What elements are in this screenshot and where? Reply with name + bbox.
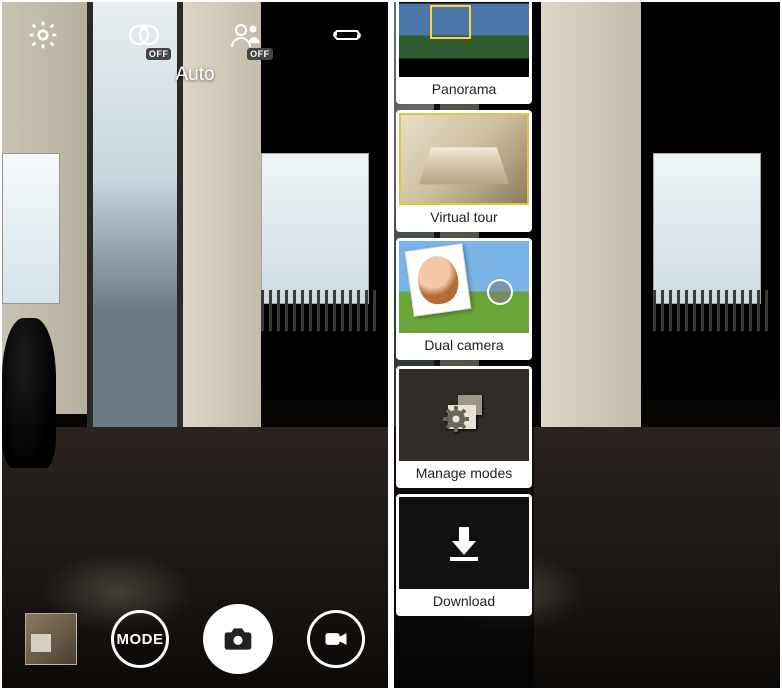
- mode-item-virtual-tour[interactable]: Virtual tour: [396, 110, 532, 232]
- shutter-button[interactable]: [203, 604, 273, 674]
- switch-camera-button[interactable]: [324, 12, 370, 58]
- face-off-badge: OFF: [247, 48, 273, 60]
- mode-item-dual-camera[interactable]: Dual camera: [396, 238, 532, 360]
- mode-sidebar[interactable]: Panorama Virtual tour Dual camera: [394, 2, 534, 688]
- mode-label: Download: [399, 589, 529, 613]
- gallery-thumbnail-button[interactable]: [25, 613, 77, 665]
- viewfinder-preview: [2, 2, 388, 688]
- hdr-off-badge: OFF: [146, 48, 172, 60]
- camera-mode-picker-screen: Panorama Virtual tour Dual camera: [394, 2, 780, 688]
- virtual-tour-thumb: [399, 113, 529, 205]
- hdr-toggle-button[interactable]: OFF: [121, 12, 167, 58]
- gear-icon: [27, 19, 59, 51]
- camera-top-toolbar: OFF OFF: [2, 12, 388, 58]
- download-thumb: [399, 497, 529, 589]
- mode-button-label: MODE: [117, 631, 164, 648]
- face-group-icon: [228, 21, 264, 49]
- face-detection-toggle-button[interactable]: OFF: [223, 12, 269, 58]
- download-icon: [442, 521, 486, 565]
- mode-item-manage-modes[interactable]: Manage modes: [396, 366, 532, 488]
- mode-label: Panorama: [399, 77, 529, 101]
- camera-switch-icon: [329, 21, 365, 49]
- camera-viewfinder-screen: OFF OFF Auto MODE: [2, 2, 388, 688]
- video-record-button[interactable]: [307, 610, 365, 668]
- mode-label: Virtual tour: [399, 205, 529, 229]
- mode-item-panorama[interactable]: Panorama: [396, 2, 532, 104]
- camera-bottom-bar: MODE: [2, 604, 388, 674]
- stack-gear-icon: [434, 385, 494, 445]
- mode-button[interactable]: MODE: [111, 610, 169, 668]
- manage-modes-thumb: [399, 369, 529, 461]
- camera-icon: [222, 623, 254, 655]
- mode-item-download[interactable]: Download: [396, 494, 532, 616]
- settings-button[interactable]: [20, 12, 66, 58]
- hdr-icon: [127, 21, 161, 49]
- video-icon: [322, 625, 350, 653]
- mode-label: Dual camera: [399, 333, 529, 357]
- dual-camera-thumb: [399, 241, 529, 333]
- current-mode-label: Auto: [2, 64, 388, 86]
- mode-label: Manage modes: [399, 461, 529, 485]
- panorama-thumb: [399, 2, 529, 77]
